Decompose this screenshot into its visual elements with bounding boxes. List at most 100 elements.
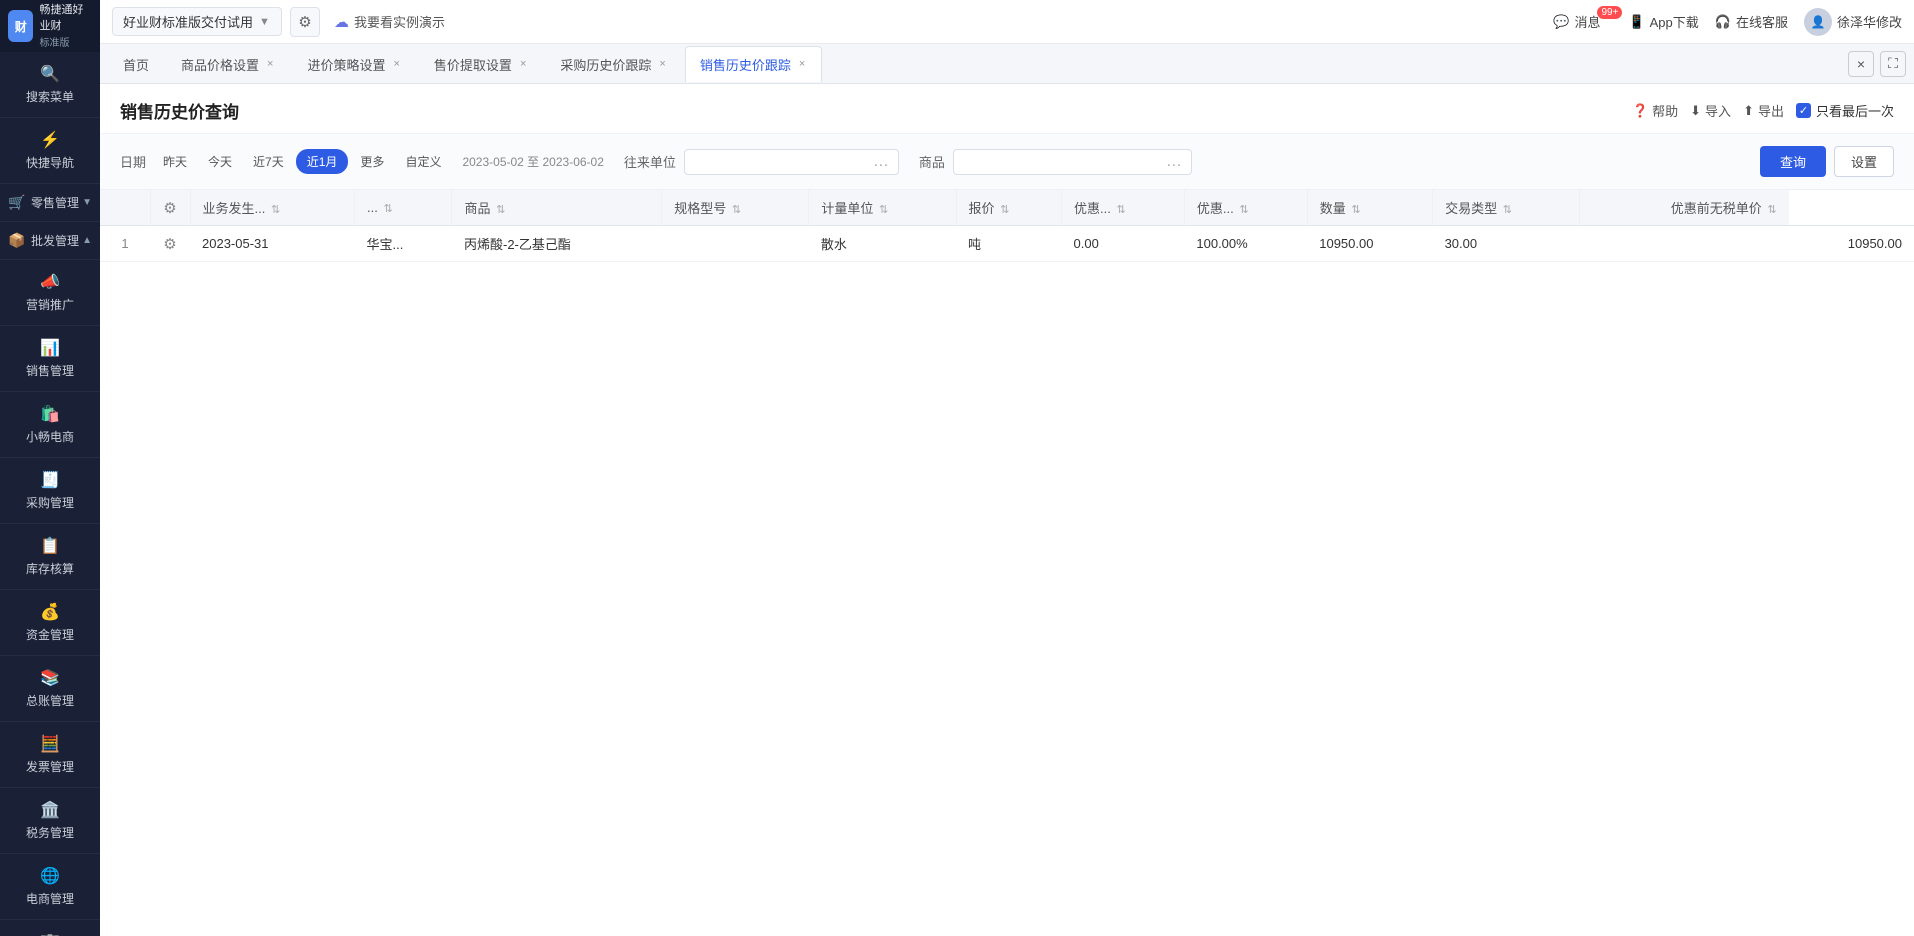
table-row: 1 ⚙ 2023-05-31 华宝... 丙烯酸-2-乙基己酯 散水 吨 0.0… bbox=[100, 226, 1914, 262]
page-header-actions: ❓ 帮助 ⬇ 导入 ⬆ 导出 ✓ 只看最后一次 bbox=[1632, 101, 1894, 120]
topbar-right: 💬 消息 99+ 📱 App下载 🎧 在线客服 👤 徐泽华修改 bbox=[1553, 8, 1902, 36]
only-last-checkbox[interactable]: ✓ 只看最后一次 bbox=[1796, 101, 1894, 120]
message-button[interactable]: 💬 消息 99+ bbox=[1553, 12, 1612, 31]
source-unit-input[interactable] bbox=[693, 154, 869, 169]
sort-icon: ⇅ bbox=[271, 204, 280, 216]
col-quantity-header[interactable]: 数量 ⇅ bbox=[1307, 190, 1432, 226]
col-price-header[interactable]: 报价 ⇅ bbox=[956, 190, 1062, 226]
tab-purchase-history[interactable]: 采购历史价跟踪 × bbox=[545, 46, 682, 82]
help-button[interactable]: ❓ 帮助 bbox=[1632, 101, 1678, 120]
sidebar-item-inventory[interactable]: 📋 库存核算 bbox=[0, 524, 100, 590]
col-discount2-header[interactable]: 优惠... ⇅ bbox=[1184, 190, 1307, 226]
cell-discount1: 100.00% bbox=[1184, 226, 1307, 262]
col-product-header[interactable]: 商品 ⇅ bbox=[452, 190, 662, 226]
settings-gear-button[interactable]: ⚙ bbox=[290, 7, 320, 37]
source-unit-label: 往来单位 bbox=[624, 152, 676, 171]
sidebar-item-ledger[interactable]: 📚 总账管理 bbox=[0, 656, 100, 722]
tab-home[interactable]: 首页 bbox=[108, 46, 164, 82]
inventory-icon: 📋 bbox=[40, 536, 60, 556]
message-icon: 💬 bbox=[1553, 14, 1569, 30]
col-dots-header[interactable]: ... ⇅ bbox=[355, 190, 452, 226]
user-icon: 👤 bbox=[1811, 15, 1826, 29]
filter-settings-button[interactable]: 设置 bbox=[1834, 146, 1894, 177]
tab-close-price[interactable]: × bbox=[265, 57, 275, 71]
sidebar: 财 畅捷通好业财 标准版 🔍 搜索菜单 ⚡ 快捷导航 🛒 零售管理 ▼ 📦 批发… bbox=[0, 0, 100, 936]
col-discount1-header[interactable]: 优惠... ⇅ bbox=[1062, 190, 1185, 226]
chevron-down-icon: ▼ bbox=[82, 197, 92, 208]
assets-icon: 🏢 bbox=[40, 932, 60, 936]
import-button[interactable]: ⬇ 导入 bbox=[1690, 101, 1731, 120]
purchase-icon: 🧾 bbox=[40, 470, 60, 490]
date-buttons: 昨天 今天 近7天 近1月 更多 自定义 bbox=[154, 149, 450, 174]
export-button[interactable]: ⬆ 导出 bbox=[1743, 101, 1784, 120]
sidebar-item-assets[interactable]: 🏢 固定资产 bbox=[0, 920, 100, 936]
date-btn-yesterday[interactable]: 昨天 bbox=[154, 149, 196, 174]
date-btn-more[interactable]: 更多 bbox=[351, 149, 393, 174]
sidebar-item-retail[interactable]: 🛒 零售管理 ▼ bbox=[0, 184, 100, 222]
window-expand-button[interactable]: ⛶ bbox=[1880, 51, 1906, 77]
tab-close-purchase-strategy[interactable]: × bbox=[391, 57, 401, 71]
col-spec-header[interactable]: 规格型号 ⇅ bbox=[662, 190, 809, 226]
tab-sale-price[interactable]: 售价提取设置 × bbox=[419, 46, 543, 82]
ecommerce-small-icon: 🛍️ bbox=[40, 404, 60, 424]
app-download-button[interactable]: 📱 App下载 bbox=[1628, 12, 1698, 31]
checkbox-checked-icon: ✓ bbox=[1796, 103, 1811, 118]
module-select[interactable]: 好业财标准版交付试用 ▼ bbox=[112, 7, 282, 36]
col-business-date-header[interactable]: 业务发生... ⇅ bbox=[190, 190, 355, 226]
sort-icon-quantity: ⇅ bbox=[1351, 204, 1360, 216]
page-title: 销售历史价查询 bbox=[120, 98, 239, 123]
search-icon: 🔍 bbox=[40, 64, 60, 84]
filter-bar: 日期 昨天 今天 近7天 近1月 更多 自定义 2023-05-02 至 202… bbox=[100, 134, 1914, 190]
sidebar-item-ecommerce-small[interactable]: 🛍️ 小畅电商 bbox=[0, 392, 100, 458]
query-button[interactable]: 查询 bbox=[1760, 146, 1826, 177]
ledger-icon: 📚 bbox=[40, 668, 60, 688]
sort-icon-spec: ⇅ bbox=[732, 204, 741, 216]
product-dots-button[interactable]: … bbox=[1166, 153, 1183, 171]
demo-icon: ☁ bbox=[334, 13, 349, 31]
tab-purchase-strategy[interactable]: 进价策略设置 × bbox=[292, 46, 416, 82]
tabbar-actions: × ⛶ bbox=[1848, 51, 1906, 77]
date-btn-last7[interactable]: 近7天 bbox=[244, 149, 293, 174]
date-btn-last1m[interactable]: 近1月 bbox=[296, 149, 349, 174]
sidebar-item-ecommerce[interactable]: 🌐 电商管理 bbox=[0, 854, 100, 920]
source-unit-dots-button[interactable]: … bbox=[873, 153, 890, 171]
sort-icon-discount1: ⇅ bbox=[1116, 204, 1125, 216]
sidebar-item-purchase[interactable]: 🧾 采购管理 bbox=[0, 458, 100, 524]
sidebar-item-wholesale[interactable]: 📦 批发管理 ▲ bbox=[0, 222, 100, 260]
sidebar-item-tax[interactable]: 🏛️ 税务管理 bbox=[0, 788, 100, 854]
user-menu-button[interactable]: 👤 徐泽华修改 bbox=[1804, 8, 1902, 36]
col-unit-header[interactable]: 计量单位 ⇅ bbox=[809, 190, 956, 226]
date-filter-group: 日期 昨天 今天 近7天 近1月 更多 自定义 2023-05-02 至 202… bbox=[120, 149, 604, 174]
sidebar-logo: 财 畅捷通好业财 标准版 bbox=[0, 0, 100, 52]
product-input[interactable] bbox=[962, 154, 1162, 169]
sidebar-item-marketing[interactable]: 📣 营销推广 bbox=[0, 260, 100, 326]
cell-num: 1 bbox=[100, 226, 150, 262]
tab-close-sale-price[interactable]: × bbox=[518, 57, 528, 71]
col-setting-header[interactable]: ⚙ bbox=[150, 190, 190, 226]
logo-icon: 财 bbox=[8, 10, 33, 42]
sidebar-item-invoice[interactable]: 🧮 发票管理 bbox=[0, 722, 100, 788]
sidebar-item-search[interactable]: 🔍 搜索菜单 bbox=[0, 52, 100, 118]
logo-text: 畅捷通好业财 bbox=[39, 3, 92, 34]
online-service-button[interactable]: 🎧 在线客服 bbox=[1715, 12, 1788, 31]
col-trade-type-header[interactable]: 交易类型 ⇅ bbox=[1433, 190, 1580, 226]
product-label: 商品 bbox=[919, 152, 945, 171]
window-close-button[interactable]: × bbox=[1848, 51, 1874, 77]
tab-sales-history[interactable]: 销售历史价跟踪 × bbox=[685, 46, 822, 82]
product-group: 商品 … bbox=[919, 149, 1192, 175]
cell-setting[interactable]: ⚙ bbox=[150, 226, 190, 262]
date-label: 日期 bbox=[120, 152, 146, 171]
col-pretax-price-header[interactable]: 优惠前无税单价 ⇅ bbox=[1580, 190, 1789, 226]
tab-close-sales-history[interactable]: × bbox=[797, 57, 807, 71]
tab-close-purchase-history[interactable]: × bbox=[657, 57, 667, 71]
demo-button[interactable]: ☁ 我要看实例演示 bbox=[334, 12, 445, 31]
logo-sub: 标准版 bbox=[39, 34, 92, 49]
sidebar-item-sales[interactable]: 📊 销售管理 bbox=[0, 326, 100, 392]
source-unit-input-wrap: … bbox=[684, 149, 899, 175]
date-btn-custom[interactable]: 自定义 bbox=[396, 149, 450, 174]
date-btn-today[interactable]: 今天 bbox=[199, 149, 241, 174]
source-unit-group: 往来单位 … bbox=[624, 149, 899, 175]
sidebar-item-finance[interactable]: 💰 资金管理 bbox=[0, 590, 100, 656]
tab-price[interactable]: 商品价格设置 × bbox=[166, 46, 290, 82]
sidebar-item-quicknav[interactable]: ⚡ 快捷导航 bbox=[0, 118, 100, 184]
